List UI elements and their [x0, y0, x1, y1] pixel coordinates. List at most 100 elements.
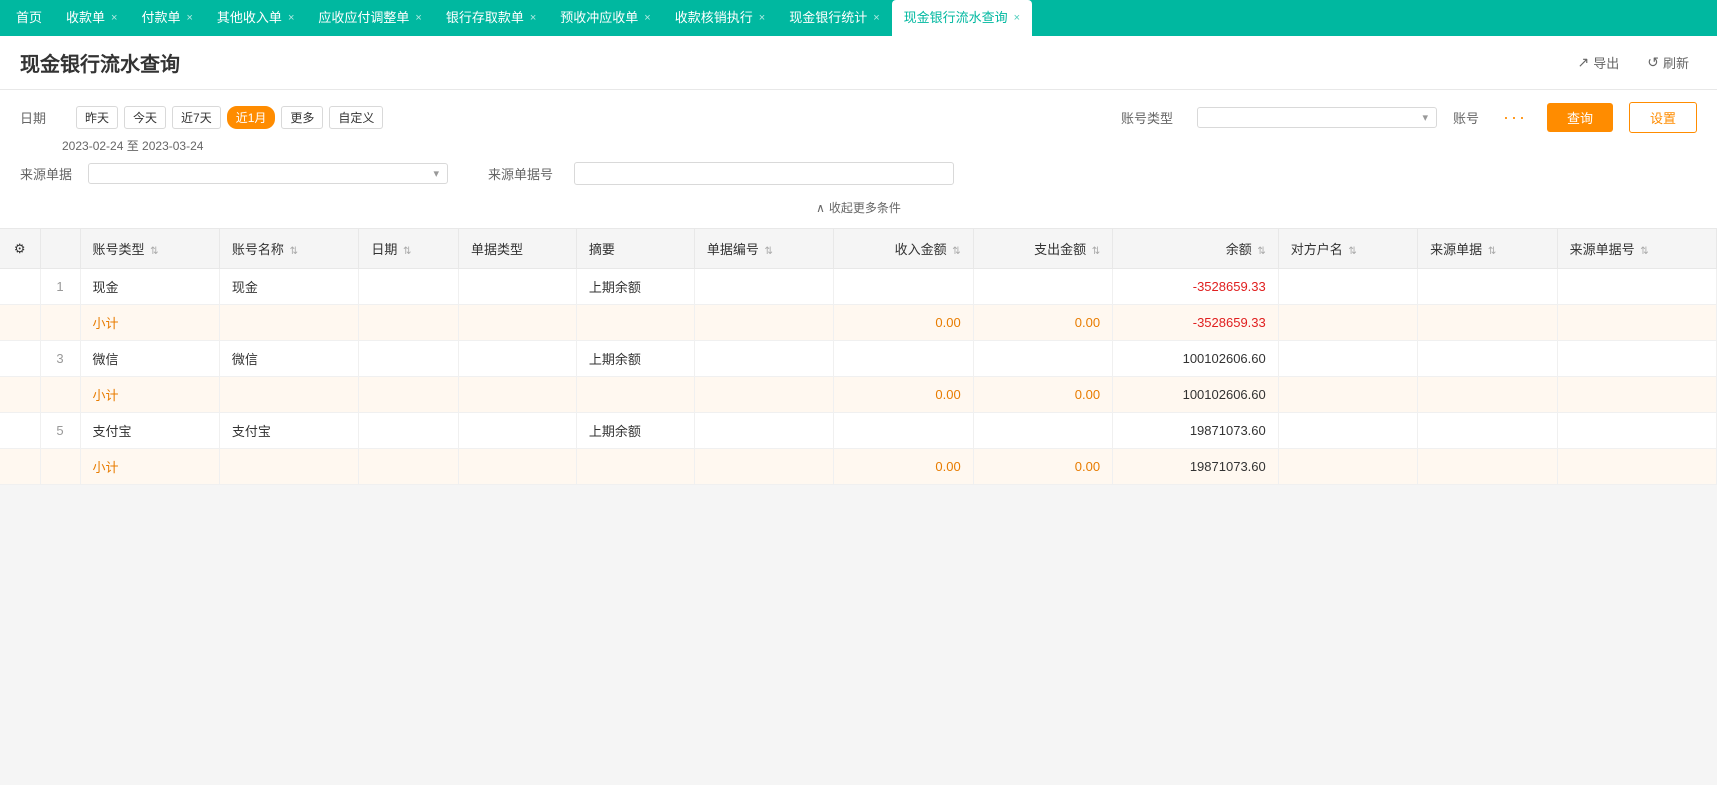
- nav-adjust[interactable]: 应收应付调整单 ×: [306, 0, 433, 36]
- date-btn-custom[interactable]: 自定义: [329, 106, 383, 129]
- row-gear: [0, 377, 40, 413]
- col-index: [40, 229, 80, 269]
- row-doc-no: [694, 269, 833, 305]
- row-balance: 19871073.60: [1113, 449, 1279, 485]
- row-gear: [0, 449, 40, 485]
- close-icon[interactable]: ×: [530, 0, 536, 36]
- row-account-type: 微信: [80, 341, 219, 377]
- row-counterparty: [1278, 377, 1417, 413]
- row-doc-type: [458, 305, 576, 341]
- row-summary: [576, 449, 694, 485]
- row-index: [40, 449, 80, 485]
- close-icon[interactable]: ×: [111, 0, 117, 36]
- row-income: [834, 413, 973, 449]
- date-btn-today[interactable]: 今天: [124, 106, 166, 129]
- row-date: [359, 269, 459, 305]
- row-summary: 上期余额: [576, 413, 694, 449]
- row-index: [40, 377, 80, 413]
- date-btn-yesterday[interactable]: 昨天: [76, 106, 118, 129]
- row-doc-no: [694, 413, 833, 449]
- col-expense[interactable]: 支出金额 ⇅: [973, 229, 1112, 269]
- row-account-type: 小计: [80, 305, 219, 341]
- row-source-doc: [1418, 449, 1557, 485]
- export-button[interactable]: ↗ 导出: [1570, 49, 1628, 76]
- col-counterparty[interactable]: 对方户名 ⇅: [1278, 229, 1417, 269]
- nav-pre-recv[interactable]: 预收冲应收单 ×: [548, 0, 662, 36]
- col-income[interactable]: 收入金额 ⇅: [834, 229, 973, 269]
- row-counterparty: [1278, 341, 1417, 377]
- col-settings[interactable]: ⚙: [0, 229, 40, 269]
- nav-bank-deposit[interactable]: 银行存取款单 ×: [434, 0, 548, 36]
- nav-verify[interactable]: 收款核销执行 ×: [663, 0, 777, 36]
- table-row[interactable]: 小计 0.00 0.00 19871073.60: [0, 449, 1717, 485]
- nav-home[interactable]: 首页: [4, 0, 54, 36]
- sort-icon: ⇅: [764, 246, 772, 257]
- row-summary: [576, 377, 694, 413]
- collapse-row: ∧ 收起更多条件: [20, 195, 1697, 216]
- row-source-doc-no: [1557, 305, 1716, 341]
- row-doc-no: [694, 449, 833, 485]
- row-date: [359, 377, 459, 413]
- top-navigation: 首页 收款单 × 付款单 × 其他收入单 × 应收应付调整单 × 银行存取款单 …: [0, 0, 1717, 36]
- row-account-type: 现金: [80, 269, 219, 305]
- table-row[interactable]: 小计 0.00 0.00 100102606.60: [0, 377, 1717, 413]
- sort-icon: ⇅: [1640, 246, 1648, 257]
- account-ellipsis-button[interactable]: ···: [1499, 107, 1531, 128]
- close-icon[interactable]: ×: [415, 0, 421, 36]
- row-doc-type: [458, 377, 576, 413]
- table-row[interactable]: 5 支付宝 支付宝 上期余额 19871073.60: [0, 413, 1717, 449]
- col-account-name[interactable]: 账号名称 ⇅: [219, 229, 358, 269]
- nav-other-income[interactable]: 其他收入单 ×: [205, 0, 306, 36]
- date-btn-7days[interactable]: 近7天: [172, 106, 221, 129]
- filter-area: 日期 昨天 今天 近7天 近1月 更多 自定义 账号类型 ▾ 账号 ··· 查询…: [0, 90, 1717, 229]
- row-date: [359, 305, 459, 341]
- row-expense: [973, 413, 1112, 449]
- row-source-doc-no: [1557, 449, 1716, 485]
- col-account-type[interactable]: 账号类型 ⇅: [80, 229, 219, 269]
- close-icon[interactable]: ×: [644, 0, 650, 36]
- close-icon[interactable]: ×: [1014, 0, 1020, 36]
- row-summary: 上期余额: [576, 341, 694, 377]
- source-doc-num-input[interactable]: [574, 162, 954, 185]
- row-account-name: 现金: [219, 269, 358, 305]
- date-btn-more[interactable]: 更多: [281, 106, 323, 129]
- table-body: 1 现金 现金 上期余额 -3528659.33 小计 0.00 0.00 -3…: [0, 269, 1717, 485]
- account-type-select[interactable]: ▾: [1197, 107, 1437, 128]
- row-expense: [973, 269, 1112, 305]
- settings-button[interactable]: 设置: [1629, 102, 1697, 133]
- date-btn-1month[interactable]: 近1月: [227, 106, 276, 129]
- table-row[interactable]: 1 现金 现金 上期余额 -3528659.33: [0, 269, 1717, 305]
- close-icon[interactable]: ×: [873, 0, 879, 36]
- refresh-button[interactable]: ↺ 刷新: [1639, 49, 1697, 76]
- col-source-doc-no[interactable]: 来源单据号 ⇅: [1557, 229, 1716, 269]
- row-source-doc: [1418, 305, 1557, 341]
- collapse-button[interactable]: ∧ 收起更多条件: [816, 199, 901, 216]
- row-summary: [576, 305, 694, 341]
- close-icon[interactable]: ×: [288, 0, 294, 36]
- col-balance[interactable]: 余额 ⇅: [1113, 229, 1279, 269]
- col-doc-type[interactable]: 单据类型: [458, 229, 576, 269]
- nav-payment[interactable]: 付款单 ×: [129, 0, 204, 36]
- row-balance: -3528659.33: [1113, 305, 1279, 341]
- table-row[interactable]: 3 微信 微信 上期余额 100102606.60: [0, 341, 1717, 377]
- col-date[interactable]: 日期 ⇅: [359, 229, 459, 269]
- col-doc-no[interactable]: 单据编号 ⇅: [694, 229, 833, 269]
- close-icon[interactable]: ×: [186, 0, 192, 36]
- row-income: 0.00: [834, 377, 973, 413]
- nav-cashflow[interactable]: 现金银行流水查询 ×: [892, 0, 1032, 36]
- query-button[interactable]: 查询: [1547, 103, 1613, 132]
- row-account-type: 支付宝: [80, 413, 219, 449]
- chevron-down-icon: ▾: [433, 167, 439, 180]
- source-doc-label: 来源单据: [20, 164, 72, 183]
- row-source-doc: [1418, 269, 1557, 305]
- col-source-doc[interactable]: 来源单据 ⇅: [1418, 229, 1557, 269]
- row-source-doc: [1418, 413, 1557, 449]
- close-icon[interactable]: ×: [759, 0, 765, 36]
- page-title: 现金银行流水查询: [20, 48, 180, 77]
- source-doc-select[interactable]: ▾: [88, 163, 448, 184]
- data-table: ⚙ 账号类型 ⇅ 账号名称 ⇅ 日期 ⇅ 单据类型 摘要: [0, 229, 1717, 485]
- row-source-doc-no: [1557, 269, 1716, 305]
- table-row[interactable]: 小计 0.00 0.00 -3528659.33: [0, 305, 1717, 341]
- nav-stats[interactable]: 现金银行统计 ×: [777, 0, 891, 36]
- nav-receipt[interactable]: 收款单 ×: [54, 0, 129, 36]
